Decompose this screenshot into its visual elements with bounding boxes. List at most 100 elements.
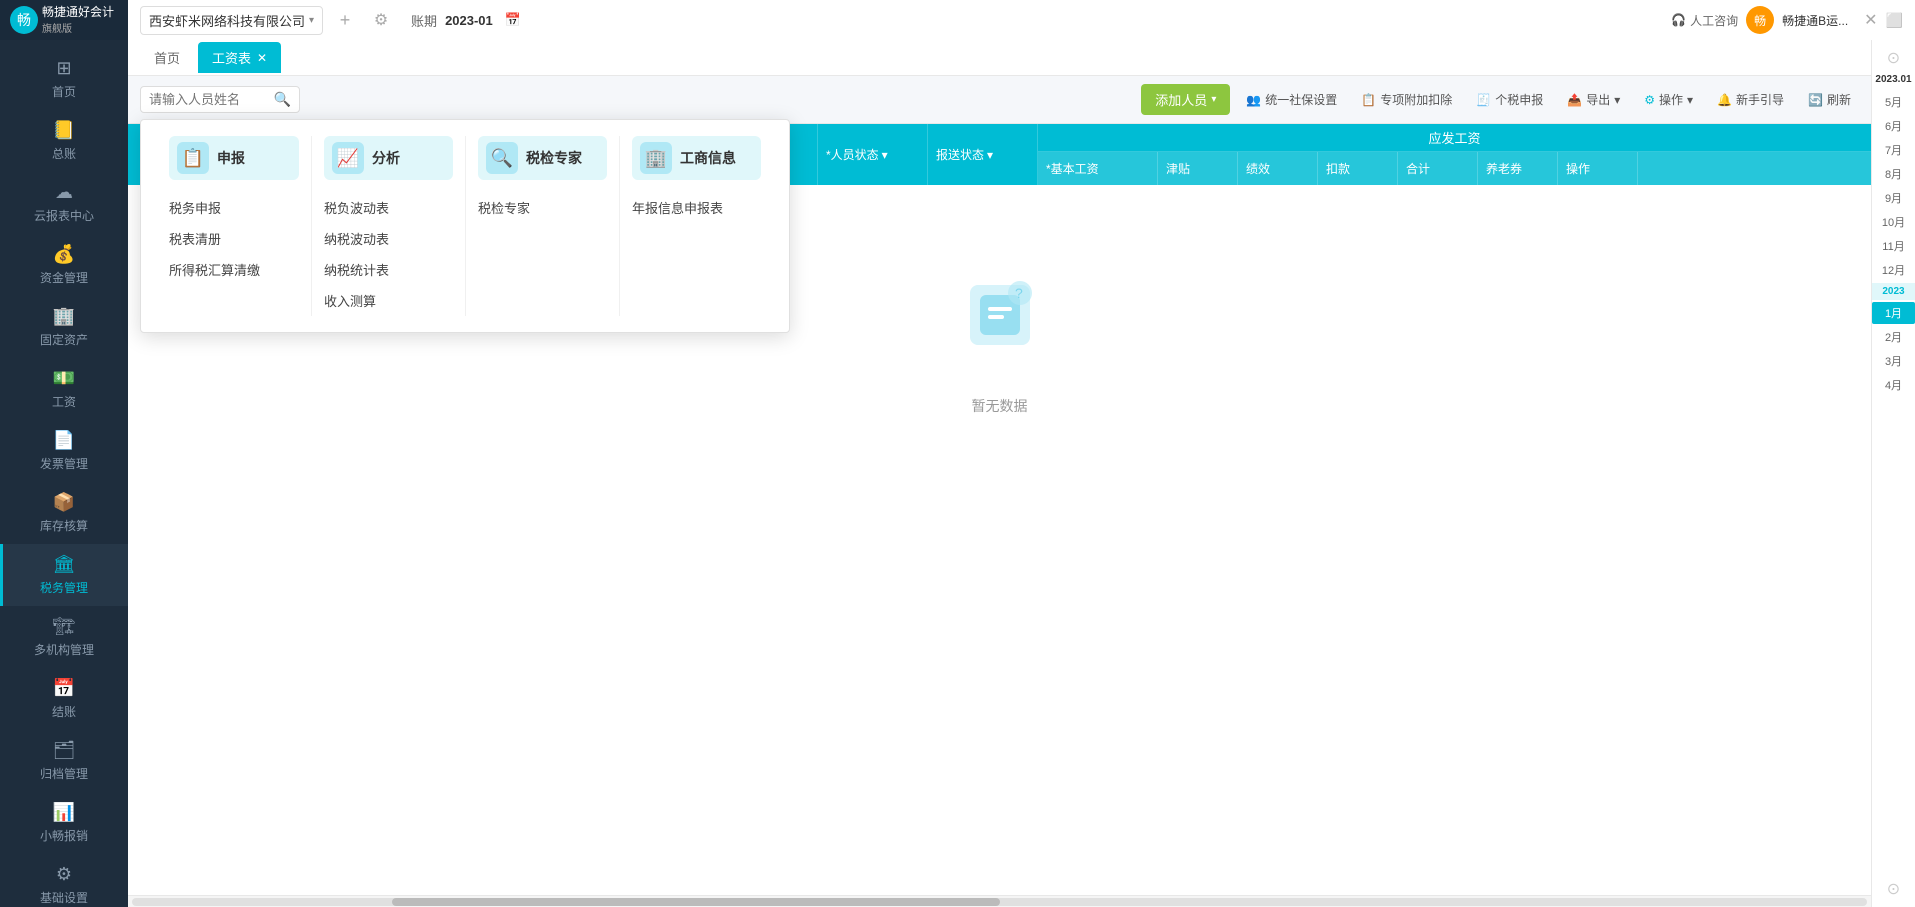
close-icon: 📅: [53, 678, 75, 699]
menu-section-taxcheck: 🔍 税检专家 税检专家: [465, 136, 619, 316]
sidebar-item-salary[interactable]: 💵 工资: [0, 358, 128, 420]
maximize-icon[interactable]: ⬜: [1886, 12, 1903, 29]
bizinfo-icon: 🏢: [640, 142, 672, 174]
cloud-icon: ☁: [55, 182, 73, 203]
sidebar-item-tax[interactable]: 🏛 税务管理: [0, 544, 128, 606]
chevron-down-icon: ▾: [309, 15, 314, 26]
operate-button[interactable]: ⚙ 操作 ▾: [1636, 87, 1701, 112]
menu-item-income[interactable]: 收入测算: [324, 285, 453, 316]
menu-item-taxpay[interactable]: 纳税波动表: [324, 223, 453, 254]
calendar-icon[interactable]: 📅: [505, 12, 521, 28]
th-base-salary: *基本工资: [1038, 152, 1158, 185]
headset-icon: 🎧: [1671, 13, 1686, 27]
sidebar-item-close[interactable]: 📅 结账: [0, 668, 128, 730]
sidebar-item-home[interactable]: ⊞ 首页: [0, 48, 128, 110]
tab-salary[interactable]: 工资表 ✕: [198, 42, 281, 73]
service-button[interactable]: 🎧 人工咨询: [1671, 12, 1738, 29]
service-label: 人工咨询: [1690, 12, 1738, 29]
month-item-2[interactable]: 2月: [1872, 326, 1915, 348]
menu-section-header-fenxi: 📈 分析: [324, 136, 453, 180]
sidebar-item-fund[interactable]: 💰 资金管理: [0, 234, 128, 296]
month-item-3[interactable]: 3月: [1872, 350, 1915, 372]
month-item-8[interactable]: 8月: [1872, 163, 1915, 185]
month-item-1[interactable]: 1月: [1872, 302, 1915, 324]
scrollbar-thumb[interactable]: [392, 898, 999, 906]
special-deduction-button[interactable]: 📋 专项附加扣除: [1353, 87, 1460, 112]
sidebar-item-asset[interactable]: 🏢 固定资产: [0, 296, 128, 358]
guide-button[interactable]: 🔔 新手引导: [1709, 87, 1792, 112]
sidebar-item-multi[interactable]: 🏗 多机构管理: [0, 606, 128, 668]
fund-icon: 💰: [53, 244, 75, 265]
th-status: *人员状态 ▾: [818, 124, 928, 185]
export-dropdown-icon: ▾: [1614, 93, 1620, 107]
month-item-10[interactable]: 10月: [1872, 211, 1915, 233]
company-selector[interactable]: 西安虾米网络科技有限公司 ▾: [140, 6, 323, 35]
period-value: 2023-01: [445, 13, 493, 28]
th-performance: 绩效: [1238, 152, 1318, 185]
add-person-button[interactable]: 添加人员 ▾: [1141, 84, 1230, 115]
tax-report-button[interactable]: 🧾 个税申报: [1468, 87, 1551, 112]
menu-item-annualreport[interactable]: 年报信息申报表: [632, 192, 761, 223]
app-subtitle: 旗舰版: [42, 20, 114, 35]
sidebar-item-report[interactable]: ☁ 云报表中心: [0, 172, 128, 234]
dropdown-arrow-icon: ▾: [1211, 94, 1216, 105]
menu-item-annualtax[interactable]: 所得税汇算清缴: [169, 254, 299, 285]
close-window-icon[interactable]: ✕: [1864, 10, 1877, 30]
inventory-icon: 📦: [53, 492, 75, 513]
month-item-7[interactable]: 7月: [1872, 139, 1915, 161]
settings-icon[interactable]: ⚙: [367, 6, 395, 34]
tax-report-icon: 🧾: [1476, 93, 1491, 107]
current-year-label: 2023: [1872, 283, 1915, 300]
sidebar-item-xiaoyang[interactable]: 📊 小畅报销: [0, 792, 128, 854]
search-input[interactable]: [149, 92, 270, 107]
month-item-11[interactable]: 11月: [1872, 235, 1915, 257]
sidebar-item-invoice[interactable]: 📄 发票管理: [0, 420, 128, 482]
filter-icon[interactable]: ▾: [882, 148, 888, 162]
social-icon: 👥: [1246, 93, 1261, 107]
dropdown-menu[interactable]: 📋 申报 税务申报 税表清册 所得税汇算清缴 📈 分析 税负波动表 纳税波动表 …: [140, 119, 790, 333]
tab-bar: 首页 工资表 ✕: [128, 40, 1871, 76]
app-title: 畅捷通好会计: [42, 5, 114, 19]
search-container: 🔍: [140, 86, 300, 113]
horizontal-scrollbar[interactable]: [128, 895, 1871, 907]
menu-item-taxreport[interactable]: 税务申报: [169, 192, 299, 223]
menu-section-header-bizinfo: 🏢 工商信息: [632, 136, 761, 180]
month-item-6[interactable]: 6月: [1872, 115, 1915, 137]
operate-icon: ⚙: [1644, 93, 1655, 107]
month-item-5[interactable]: 5月: [1872, 91, 1915, 113]
report-icon: 📊: [53, 802, 75, 823]
month-item-4[interactable]: 4月: [1872, 374, 1915, 396]
tab-close-icon[interactable]: ✕: [257, 51, 267, 65]
menu-item-taxburden[interactable]: 税负波动表: [324, 192, 453, 223]
menu-item-taxregister[interactable]: 税表清册: [169, 223, 299, 254]
th-salary-group: 应发工资 *基本工资 津贴 绩效 扣款 合计 养老券 操作: [1038, 124, 1871, 185]
menu-item-taxstat[interactable]: 纳税统计表: [324, 254, 453, 285]
settings-icon: ⚙: [56, 864, 72, 885]
export-button[interactable]: 📤 导出 ▾: [1559, 87, 1628, 112]
month-item-9[interactable]: 9月: [1872, 187, 1915, 209]
empty-icon: ?: [950, 265, 1050, 384]
tab-home[interactable]: 首页: [140, 42, 194, 73]
month-item-12[interactable]: 12月: [1872, 259, 1915, 281]
user-name[interactable]: 畅捷通B运...: [1782, 12, 1848, 29]
sidebar-item-settings[interactable]: ⚙ 基础设置: [0, 854, 128, 907]
menu-item-taxexpert[interactable]: 税检专家: [478, 192, 607, 223]
toolbar: 🔍 添加人员 ▾ 👥 统一社保设置 📋 专项附加扣除 🧾 个税申报 📤 导出: [128, 76, 1871, 124]
sidebar-item-archive[interactable]: 🗂 归档管理: [0, 730, 128, 792]
sidebar-item-ledger[interactable]: 📒 总账: [0, 110, 128, 172]
tax-icon: 🏛: [53, 554, 76, 575]
panel-up-icon[interactable]: ⊙: [1887, 48, 1900, 68]
empty-text: 暂无数据: [972, 396, 1028, 416]
sidebar-item-inventory[interactable]: 📦 库存核算: [0, 482, 128, 544]
export-icon: 📤: [1567, 93, 1582, 107]
search-icon: 🔍: [274, 91, 291, 108]
th-subsidy: 津贴: [1158, 152, 1238, 185]
social-settings-button[interactable]: 👥 统一社保设置: [1238, 87, 1345, 112]
filter-report-icon[interactable]: ▾: [987, 148, 993, 162]
th-total: 合计: [1398, 152, 1478, 185]
panel-down-icon[interactable]: ⊙: [1887, 879, 1900, 899]
refresh-button[interactable]: 🔄 刷新: [1800, 87, 1859, 112]
taxcheck-title: 税检专家: [526, 148, 582, 168]
add-company-button[interactable]: +: [331, 6, 359, 34]
refresh-icon: 🔄: [1808, 93, 1823, 107]
